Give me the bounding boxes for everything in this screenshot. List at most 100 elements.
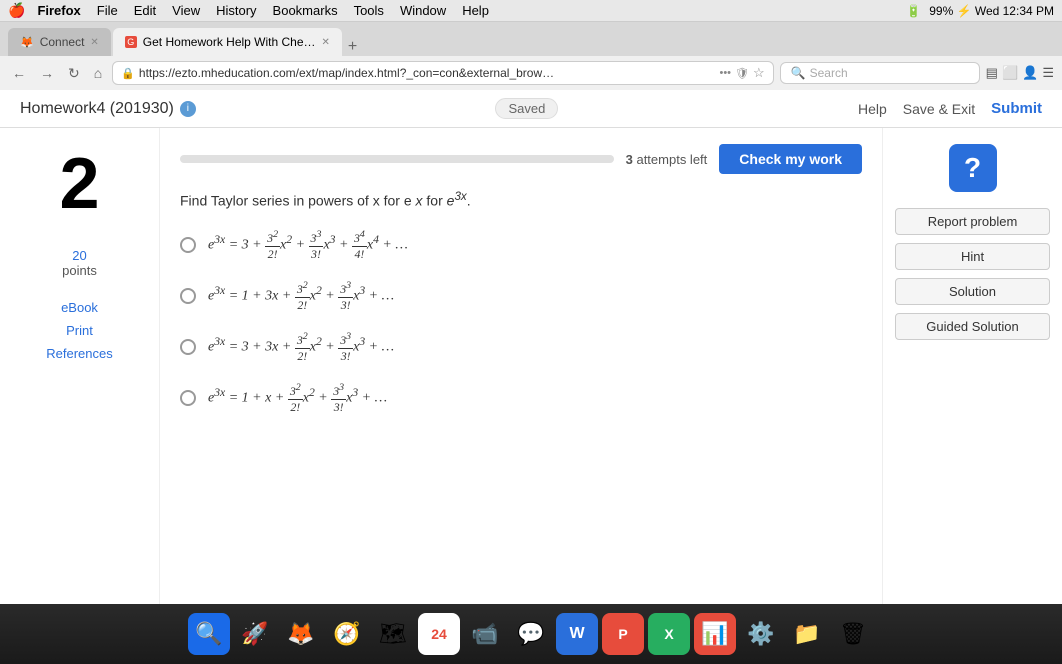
help-link[interactable]: Help: [858, 101, 887, 117]
radio-c[interactable]: [180, 339, 196, 355]
attempts-bar: 3 attempts left Check my work: [180, 144, 862, 174]
dock: 🔍 🚀 🦊 🧭 🗺 24 📹 💬 W P X 📊 ⚙️ 📁 🗑: [0, 604, 1062, 664]
menu-edit[interactable]: Edit: [134, 3, 156, 18]
math-expr-a: e3x = 3 + 322!x2 + 333!x3 + 344!x4 + …: [208, 229, 408, 262]
radio-d[interactable]: [180, 390, 196, 406]
menu-bar: 🍎 Firefox File Edit View History Bookmar…: [0, 0, 1062, 22]
left-buttons: eBook Print References: [16, 298, 143, 363]
answer-option-a: e3x = 3 + 322!x2 + 333!x3 + 344!x4 + …: [180, 229, 862, 262]
answer-options: e3x = 3 + 322!x2 + 333!x3 + 344!x4 + … e…: [180, 229, 862, 415]
exponent: 3x: [454, 190, 466, 203]
answer-option-b: e3x = 1 + 3x + 322!x2 + 333!x3 + …: [180, 280, 862, 313]
dock-messages[interactable]: 💬: [510, 613, 552, 655]
main-area: 2 20 points eBook Print References 3 att…: [0, 128, 1062, 638]
menu-tools[interactable]: Tools: [354, 3, 384, 18]
math-expr-b: e3x = 1 + 3x + 322!x2 + 333!x3 + …: [208, 280, 394, 313]
reader-mode-icon[interactable]: 🛡: [735, 67, 749, 80]
guided-solution-button[interactable]: Guided Solution: [895, 313, 1050, 340]
dock-word[interactable]: W: [556, 613, 598, 655]
account-icon[interactable]: 👤: [1022, 65, 1038, 81]
back-button[interactable]: ←: [8, 63, 30, 83]
report-problem-button[interactable]: Report problem: [895, 208, 1050, 235]
question-panel: 3 attempts left Check my work Find Taylo…: [160, 128, 882, 638]
reload-button[interactable]: ↻: [64, 63, 84, 84]
sidebar-icon[interactable]: ▤: [986, 65, 998, 81]
bookmark-star-icon[interactable]: ☆: [753, 65, 765, 81]
answer-option-d: e3x = 1 + x + 322!x2 + 333!x3 + …: [180, 382, 862, 415]
dock-trash[interactable]: 🗑: [832, 613, 874, 655]
print-button[interactable]: Print: [16, 321, 143, 340]
menu-file[interactable]: File: [97, 3, 118, 18]
page-content: Homework4 (201930) i Saved Help Save & E…: [0, 90, 1062, 650]
answer-option-c: e3x = 3 + 3x + 322!x2 + 333!x3 + …: [180, 331, 862, 364]
dock-excel[interactable]: X: [648, 613, 690, 655]
url-text: https://ezto.mheducation.com/ext/map/ind…: [139, 66, 716, 80]
search-icon: 🔍: [791, 66, 806, 80]
menu-bookmarks[interactable]: Bookmarks: [273, 3, 338, 18]
info-icon[interactable]: i: [180, 101, 196, 117]
points-value: 20: [62, 248, 97, 263]
check-my-work-button[interactable]: Check my work: [719, 144, 862, 174]
hamburger-icon[interactable]: ☰: [1042, 65, 1054, 81]
menu-help[interactable]: Help: [462, 3, 489, 18]
search-box[interactable]: 🔍 Search: [780, 62, 980, 84]
menu-firefox[interactable]: Firefox: [37, 3, 80, 18]
math-expr-c: e3x = 3 + 3x + 322!x2 + 333!x3 + …: [208, 331, 394, 364]
hint-button[interactable]: Hint: [895, 243, 1050, 270]
radio-a[interactable]: [180, 237, 196, 253]
synced-tabs-icon[interactable]: ⬜: [1002, 65, 1018, 81]
tab-homework[interactable]: G Get Homework Help With Che… ✕: [113, 28, 342, 56]
nav-bar: ← → ↻ ⌂ 🔒 https://ezto.mheducation.com/e…: [0, 56, 1062, 90]
header-actions: Help Save & Exit Submit: [858, 100, 1042, 117]
search-placeholder: Search: [810, 66, 848, 80]
points-label: points: [62, 263, 97, 278]
radio-b[interactable]: [180, 288, 196, 304]
dock-facetime[interactable]: 📹: [464, 613, 506, 655]
dock-launchpad[interactable]: 🚀: [234, 613, 276, 655]
new-tab-button[interactable]: +: [344, 38, 361, 56]
dock-finder2[interactable]: 📁: [786, 613, 828, 655]
left-panel: 2 20 points eBook Print References: [0, 128, 160, 638]
tab-bar: 🦊 Connect ✕ G Get Homework Help With Che…: [8, 28, 1054, 56]
address-bar[interactable]: 🔒 https://ezto.mheducation.com/ext/map/i…: [112, 61, 773, 85]
dock-finder[interactable]: 🔍: [188, 613, 230, 655]
solution-button[interactable]: Solution: [895, 278, 1050, 305]
dock-system-prefs[interactable]: ⚙️: [740, 613, 782, 655]
tab-close-connect[interactable]: ✕: [90, 37, 98, 48]
saved-badge: Saved: [495, 98, 558, 119]
save-exit-link[interactable]: Save & Exit: [903, 101, 975, 117]
apple-menu[interactable]: 🍎: [8, 2, 25, 19]
forward-button[interactable]: →: [36, 63, 58, 83]
question-text: Find Taylor series in powers of x for e …: [180, 190, 862, 209]
app-header: Homework4 (201930) i Saved Help Save & E…: [0, 90, 1062, 128]
question-number: 2: [59, 148, 99, 220]
nav-icons: ▤ ⬜ 👤 ☰: [986, 65, 1054, 81]
progress-track: [180, 155, 614, 163]
dock-safari[interactable]: 🧭: [326, 613, 368, 655]
dock-calendar[interactable]: 24: [418, 613, 460, 655]
browser-chrome: 🦊 Connect ✕ G Get Homework Help With Che…: [0, 22, 1062, 56]
menu-bar-right: 🔋 99% ⚡ Wed 12:34 PM: [906, 4, 1054, 18]
menu-window[interactable]: Window: [400, 3, 446, 18]
help-icon-button[interactable]: ?: [949, 144, 997, 192]
dock-firefox[interactable]: 🦊: [280, 613, 322, 655]
dock-powerpoint[interactable]: P: [602, 613, 644, 655]
battery-text: 99% ⚡ Wed 12:34 PM: [929, 4, 1054, 18]
tab-close-homework[interactable]: ✕: [322, 37, 330, 48]
homework-title: Homework4 (201930) i: [20, 100, 196, 118]
menu-view[interactable]: View: [172, 3, 200, 18]
home-button[interactable]: ⌂: [90, 63, 106, 83]
tab-connect[interactable]: 🦊 Connect ✕: [8, 28, 111, 56]
math-expr-d: e3x = 1 + x + 322!x2 + 333!x3 + …: [208, 382, 387, 415]
menu-history[interactable]: History: [216, 3, 256, 18]
right-panel: ? Report problem Hint Solution Guided So…: [882, 128, 1062, 638]
ebook-button[interactable]: eBook: [16, 298, 143, 317]
attempts-count: 3 attempts left: [626, 152, 708, 167]
dock-maps[interactable]: 🗺: [372, 613, 414, 655]
menu-items: Firefox File Edit View History Bookmarks…: [37, 3, 489, 18]
references-button[interactable]: References: [16, 344, 143, 363]
dock-app1[interactable]: 📊: [694, 613, 736, 655]
homework-title-text: Homework4 (201930): [20, 100, 174, 118]
more-options-icon[interactable]: •••: [719, 67, 731, 79]
submit-button[interactable]: Submit: [991, 100, 1042, 117]
